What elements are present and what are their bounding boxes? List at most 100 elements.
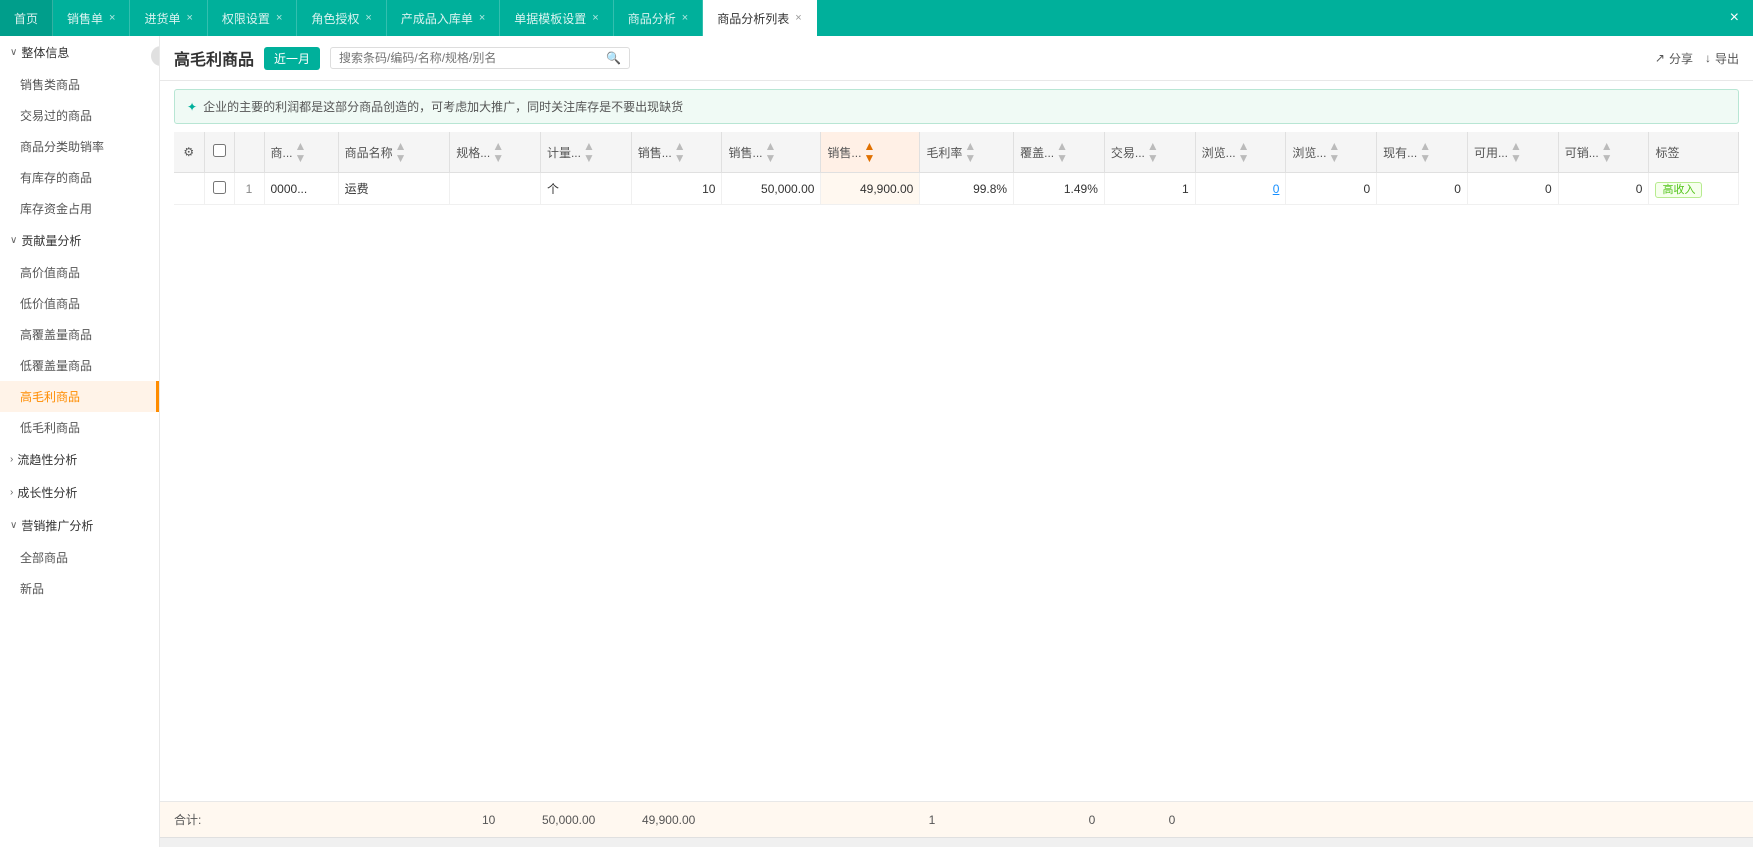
total-current-stock: 0: [1101, 813, 1181, 827]
sidebar-item-high-value[interactable]: 高价值商品: [0, 257, 159, 288]
total-spacer3: [781, 813, 861, 827]
col-sales-amount[interactable]: 销售...▲▼: [722, 132, 821, 173]
sidebar-item-sales-goods[interactable]: 销售类商品: [0, 69, 159, 100]
col-views1[interactable]: 浏览...▲▼: [1195, 132, 1286, 173]
sidebar-item-low-coverage[interactable]: 低覆盖量商品: [0, 350, 159, 381]
share-icon: ↗: [1655, 51, 1665, 65]
cell-spec: [450, 173, 541, 205]
row-checkbox[interactable]: [213, 181, 226, 194]
table-wrapper[interactable]: ⚙ 商...▲▼ 商品名称▲▼ 规格...▲▼ 计量.: [160, 132, 1753, 801]
total-sales-profit: 49,900.00: [601, 813, 701, 827]
tab-close-permissions[interactable]: ×: [276, 12, 282, 24]
cell-sales-qty: 10: [631, 173, 722, 205]
sidebar-item-high-margin[interactable]: 高毛利商品: [0, 381, 159, 412]
col-gross-margin[interactable]: 毛利率▲▼: [920, 132, 1014, 173]
col-name[interactable]: 商品名称▲▼: [338, 132, 450, 173]
sidebar-item-low-margin[interactable]: 低毛利商品: [0, 412, 159, 443]
data-table: ⚙ 商...▲▼ 商品名称▲▼ 规格...▲▼ 计量.: [174, 132, 1739, 205]
cell-sellable-stock: 0: [1558, 173, 1649, 205]
sidebar-group-marketing[interactable]: ∨ 营销推广分析: [0, 509, 159, 542]
tab-close-product-inbound[interactable]: ×: [479, 12, 485, 24]
select-all-checkbox[interactable]: [213, 144, 226, 157]
col-sellable-stock[interactable]: 可销...▲▼: [1558, 132, 1649, 173]
sidebar-group-overall-label: 整体信息: [21, 44, 69, 61]
cell-views1[interactable]: 0: [1195, 173, 1286, 205]
sidebar-group-marketing-label: 营销推广分析: [21, 517, 93, 534]
cell-sales-amount: 50,000.00: [722, 173, 821, 205]
tab-product-inbound[interactable]: 产成品入库单 ×: [387, 0, 500, 36]
total-views1: [941, 813, 1021, 827]
cell-views2: 0: [1286, 173, 1377, 205]
tab-permissions[interactable]: 权限设置 ×: [208, 0, 297, 36]
col-unit[interactable]: 计量...▲▼: [540, 132, 631, 173]
sidebar-group-overall[interactable]: ∨ 整体信息: [0, 36, 159, 69]
window-close-button[interactable]: ×: [1716, 9, 1753, 27]
tab-close-analysis[interactable]: ×: [682, 12, 688, 24]
tab-close-role[interactable]: ×: [365, 12, 371, 24]
total-spacer1: [221, 813, 421, 827]
footer-total: 合计: 10 50,000.00 49,900.00 1 0 0: [160, 801, 1753, 837]
tab-product-analysis[interactable]: 商品分析 ×: [614, 0, 703, 36]
tab-purchase[interactable]: 进货单 ×: [130, 0, 207, 36]
sidebar-item-high-coverage[interactable]: 高覆盖量商品: [0, 319, 159, 350]
col-current-stock[interactable]: 现有...▲▼: [1377, 132, 1468, 173]
cell-available-stock: 0: [1467, 173, 1558, 205]
cell-settings: [174, 173, 204, 205]
sidebar-group-growth-label: 成长性分析: [17, 484, 77, 501]
col-settings[interactable]: ⚙: [174, 132, 204, 173]
search-icon[interactable]: 🔍: [606, 51, 621, 65]
sidebar-item-capital-usage[interactable]: 库存资金占用: [0, 193, 159, 224]
info-text: 企业的主要的利润都是这部分商品创造的，可考虑加大推广，同时关注库存是不要出现缺货: [203, 98, 683, 115]
group-arrow-marketing: ∨: [10, 520, 17, 531]
tab-close-sales[interactable]: ×: [109, 12, 115, 24]
tab-template-settings[interactable]: 单据模板设置 ×: [500, 0, 613, 36]
sidebar-item-traded-goods[interactable]: 交易过的商品: [0, 100, 159, 131]
search-input[interactable]: [339, 51, 606, 65]
tab-homepage[interactable]: 首页: [0, 0, 53, 36]
total-label: 合计:: [174, 811, 201, 828]
tab-sales-order[interactable]: 销售单 ×: [53, 0, 130, 36]
col-sales-profit[interactable]: 销售...▲▼: [821, 132, 920, 173]
group-arrow-overall: ∨: [10, 47, 17, 58]
export-icon: ↓: [1705, 51, 1711, 65]
col-views2[interactable]: 浏览...▲▼: [1286, 132, 1377, 173]
sidebar-item-in-stock[interactable]: 有库存的商品: [0, 162, 159, 193]
table-row: 1 0000... 运费 个 10 50,000.00 49,900.00 99…: [174, 173, 1739, 205]
col-spec[interactable]: 规格...▲▼: [450, 132, 541, 173]
tab-close-analysis-list[interactable]: ×: [795, 12, 801, 24]
sidebar-group-trend[interactable]: › 流趋性分析: [0, 443, 159, 476]
col-sales-qty[interactable]: 销售...▲▼: [631, 132, 722, 173]
export-button[interactable]: ↓ 导出: [1705, 50, 1739, 67]
cell-sales-profit: 49,900.00: [821, 173, 920, 205]
col-tag: 标签: [1649, 132, 1739, 173]
col-code[interactable]: 商...▲▼: [264, 132, 338, 173]
col-available-stock[interactable]: 可用...▲▼: [1467, 132, 1558, 173]
sidebar-item-new-goods[interactable]: 新品: [0, 573, 159, 604]
total-spacer2: [701, 813, 781, 827]
tab-analysis-list[interactable]: 商品分析列表 ×: [703, 0, 816, 36]
tab-close-template[interactable]: ×: [592, 12, 598, 24]
tab-close-purchase[interactable]: ×: [186, 12, 192, 24]
page-title: 高毛利商品: [174, 46, 254, 70]
col-transactions[interactable]: 交易...▲▼: [1104, 132, 1195, 173]
cell-transactions: 1: [1104, 173, 1195, 205]
cell-coverage: 1.49%: [1014, 173, 1105, 205]
sidebar-item-low-value[interactable]: 低价值商品: [0, 288, 159, 319]
export-label: 导出: [1715, 50, 1739, 67]
total-views2: 0: [1021, 813, 1101, 827]
horizontal-scrollbar[interactable]: [160, 837, 1753, 847]
sidebar-item-category-rate[interactable]: 商品分类助销率: [0, 131, 159, 162]
sidebar-item-all-goods[interactable]: 全部商品: [0, 542, 159, 573]
content-header: 高毛利商品 近一月 🔍 ↗ 分享 ↓ 导出: [160, 36, 1753, 81]
share-button[interactable]: ↗ 分享: [1655, 50, 1693, 67]
cell-checkbox[interactable]: [204, 173, 234, 205]
sidebar-group-contribution[interactable]: ∨ 贡献量分析: [0, 224, 159, 257]
tab-role-auth[interactable]: 角色授权 ×: [297, 0, 386, 36]
total-cells: 10 50,000.00 49,900.00 1 0 0: [221, 813, 1181, 827]
col-coverage[interactable]: 覆盖...▲▼: [1014, 132, 1105, 173]
cell-name: 运费: [338, 173, 450, 205]
col-checkbox[interactable]: [204, 132, 234, 173]
total-sales-amount: 50,000.00: [501, 813, 601, 827]
period-button[interactable]: 近一月: [264, 47, 320, 70]
sidebar-group-growth[interactable]: › 成长性分析: [0, 476, 159, 509]
